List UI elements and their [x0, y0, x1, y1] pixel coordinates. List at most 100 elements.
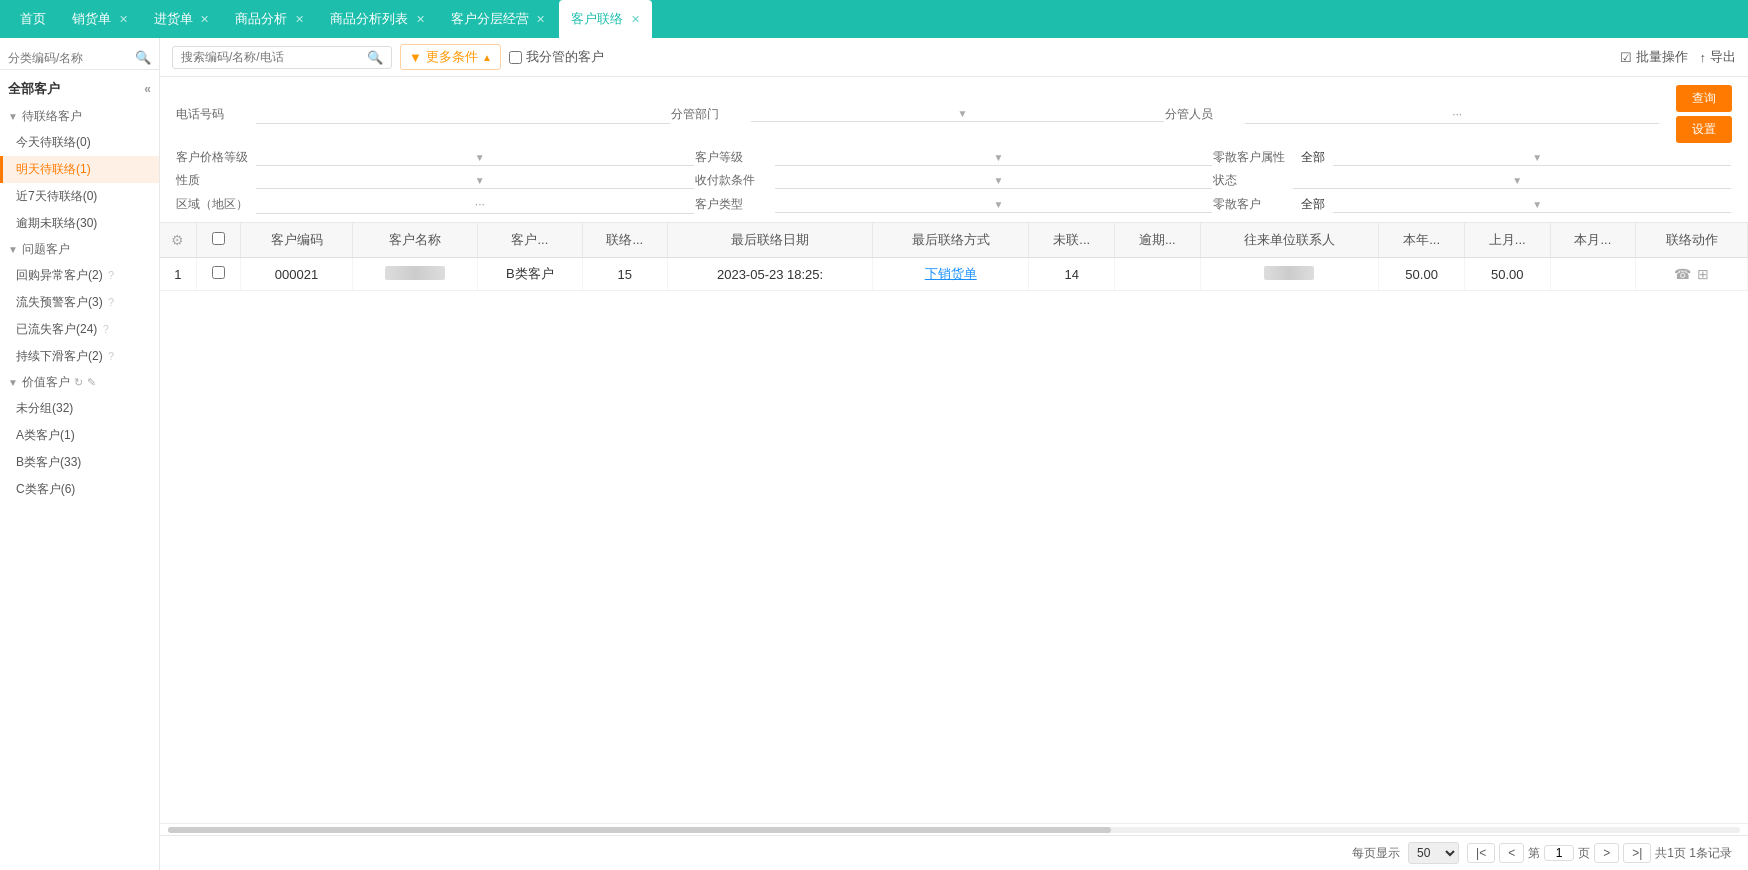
col-last-contact-date[interactable]: 最后联络日期	[668, 223, 873, 258]
prev-page-btn[interactable]: <	[1499, 843, 1524, 863]
cell-no-contact: 14	[1029, 258, 1115, 291]
nav-close-product-list[interactable]: ✕	[416, 13, 425, 25]
row-checkbox[interactable]	[212, 266, 225, 279]
page-input[interactable]	[1544, 845, 1574, 861]
my-customers-checkbox-label[interactable]: 我分管的客户	[509, 48, 604, 66]
col-this-month[interactable]: 本月...	[1550, 223, 1636, 258]
filter-select-dept[interactable]: ▼	[751, 106, 1165, 122]
sidebar-lost-warning[interactable]: 流失预警客户(3) ?	[0, 289, 159, 316]
region-more-btn[interactable]: ···	[471, 197, 690, 211]
main-search-icon[interactable]: 🔍	[367, 50, 383, 65]
filter-select-customer-level[interactable]: ▼	[775, 150, 1213, 166]
sidebar-class-c[interactable]: C类客户(6)	[0, 476, 159, 503]
col-name[interactable]: 客户名称	[352, 223, 477, 258]
refresh-icon[interactable]: ↻	[74, 376, 83, 389]
sidebar-week-contact[interactable]: 近7天待联络(0)	[0, 183, 159, 210]
table-gear-icon[interactable]: ⚙	[171, 232, 184, 248]
payment-caret: ▼	[994, 175, 1209, 186]
cell-checkbox[interactable]	[196, 258, 241, 291]
main-search-box[interactable]: 🔍	[172, 46, 392, 69]
my-customers-checkbox[interactable]	[509, 51, 522, 64]
select-all-checkbox[interactable]	[212, 232, 225, 245]
nav-close-seg[interactable]: ✕	[536, 13, 545, 25]
nav-purchase-order[interactable]: 进货单 ✕	[142, 0, 222, 38]
scroll-track[interactable]	[168, 827, 1740, 833]
filter-label-phone: 电话号码	[176, 106, 256, 123]
main-search-input[interactable]	[181, 50, 367, 64]
nav-close-contact[interactable]: ✕	[631, 13, 640, 25]
sidebar-search-box[interactable]: 🔍	[0, 46, 159, 70]
table-footer: 每页显示 50 100 200 |< < 第 页 > >| 共1页 1条记录	[160, 835, 1748, 870]
nav-close-purchase[interactable]: ✕	[200, 13, 209, 25]
col-this-year[interactable]: 本年...	[1379, 223, 1465, 258]
last-contact-link[interactable]: 下销货单	[925, 266, 977, 281]
sidebar-overdue-contact[interactable]: 逾期未联络(30)	[0, 210, 159, 237]
sidebar: 🔍 全部客户 « 待联络客户 今天待联络(0) 明天待联络(1) 近7天待联络(…	[0, 38, 160, 870]
nav-close-product[interactable]: ✕	[295, 13, 304, 25]
cell-name[interactable]	[352, 258, 477, 291]
filter-input-phone[interactable]	[256, 105, 670, 124]
filter-select-status[interactable]: ▼	[1293, 173, 1731, 189]
nav-sales-order[interactable]: 销货单 ✕	[60, 0, 140, 38]
sidebar-group-problem[interactable]: 问题客户	[0, 237, 159, 262]
sidebar-repurchase-abnormal[interactable]: 回购异常客户(2) ?	[0, 262, 159, 289]
next-page-btn[interactable]: >	[1594, 843, 1619, 863]
filter-select-customer-type[interactable]: ▼	[775, 197, 1213, 213]
col-overdue[interactable]: 逾期...	[1115, 223, 1201, 258]
action-phone-icon[interactable]: ☎	[1674, 266, 1691, 282]
more-filter-btn[interactable]: ▼ 更多条件 ▲	[400, 44, 501, 70]
horizontal-scrollbar[interactable]	[160, 823, 1748, 835]
col-action[interactable]: 联络动作	[1636, 223, 1748, 258]
sidebar-ungrouped[interactable]: 未分组(32)	[0, 395, 159, 422]
sidebar-today-contact[interactable]: 今天待联络(0)	[0, 129, 159, 156]
nav-product-analysis-list[interactable]: 商品分析列表 ✕	[318, 0, 437, 38]
cell-last-contact-method[interactable]: 下销货单	[873, 258, 1029, 291]
col-contact-count[interactable]: 联络...	[582, 223, 668, 258]
sidebar-search-input[interactable]	[8, 51, 135, 65]
filter-label-status: 状态	[1213, 172, 1293, 189]
nav-customer-contact[interactable]: 客户联络 ✕	[559, 0, 652, 38]
col-unit-contact[interactable]: 往来单位联系人	[1200, 223, 1379, 258]
help-icon-1: ?	[108, 269, 114, 281]
filter-select-payment[interactable]: ▼	[775, 173, 1213, 189]
settings-btn[interactable]: 设置	[1676, 116, 1732, 143]
sidebar-class-b[interactable]: B类客户(33)	[0, 449, 159, 476]
sidebar-search-icon[interactable]: 🔍	[135, 50, 151, 65]
filter-select-region[interactable]: ···	[256, 195, 694, 214]
nav-home[interactable]: 首页	[8, 0, 58, 38]
col-checkbox[interactable]	[196, 223, 241, 258]
action-more-icon[interactable]: ⊞	[1697, 266, 1709, 282]
last-page-btn[interactable]: >|	[1623, 843, 1651, 863]
col-gear[interactable]: ⚙	[160, 223, 196, 258]
filter-select-nature[interactable]: ▼	[256, 173, 694, 189]
edit-icon[interactable]: ✎	[87, 376, 96, 389]
sidebar-class-a[interactable]: A类客户(1)	[0, 422, 159, 449]
filter-select-retail[interactable]: ▼	[1333, 197, 1731, 213]
batch-op-btn[interactable]: ☑ 批量操作	[1620, 48, 1688, 66]
first-page-btn[interactable]: |<	[1467, 843, 1495, 863]
sidebar-lost-customers[interactable]: 已流失客户(24) ?	[0, 316, 159, 343]
sidebar-group-value[interactable]: 价值客户 ↻ ✎	[0, 370, 159, 395]
sidebar-declining-customers[interactable]: 持续下滑客户(2) ?	[0, 343, 159, 370]
sidebar-group-pending[interactable]: 待联络客户	[0, 104, 159, 129]
filter-select-price-level[interactable]: ▼	[256, 150, 694, 166]
per-page-select[interactable]: 50 100 200	[1408, 842, 1459, 864]
col-code[interactable]: 客户编码	[241, 223, 353, 258]
scroll-thumb[interactable]	[168, 827, 1111, 833]
col-type[interactable]: 客户...	[478, 223, 582, 258]
nav-customer-segmentation[interactable]: 客户分层经营 ✕	[439, 0, 558, 38]
sidebar-tomorrow-contact[interactable]: 明天待联络(1)	[0, 156, 159, 183]
nav-close-sales[interactable]: ✕	[119, 13, 128, 25]
query-btn[interactable]: 查询	[1676, 85, 1732, 112]
filter-select-person[interactable]: ···	[1245, 105, 1659, 124]
sidebar-collapse-icon[interactable]: «	[144, 82, 151, 96]
nav-product-analysis[interactable]: 商品分析 ✕	[223, 0, 316, 38]
batch-op-icon: ☑	[1620, 50, 1632, 65]
col-last-month[interactable]: 上月...	[1464, 223, 1550, 258]
col-no-contact[interactable]: 未联...	[1029, 223, 1115, 258]
all-customers-header[interactable]: 全部客户 «	[0, 74, 159, 104]
export-btn[interactable]: ↑ 导出	[1700, 48, 1737, 66]
col-last-contact-method[interactable]: 最后联络方式	[873, 223, 1029, 258]
person-more-btn[interactable]: ···	[1448, 107, 1655, 121]
filter-select-retail-attr[interactable]: ▼	[1333, 150, 1731, 166]
